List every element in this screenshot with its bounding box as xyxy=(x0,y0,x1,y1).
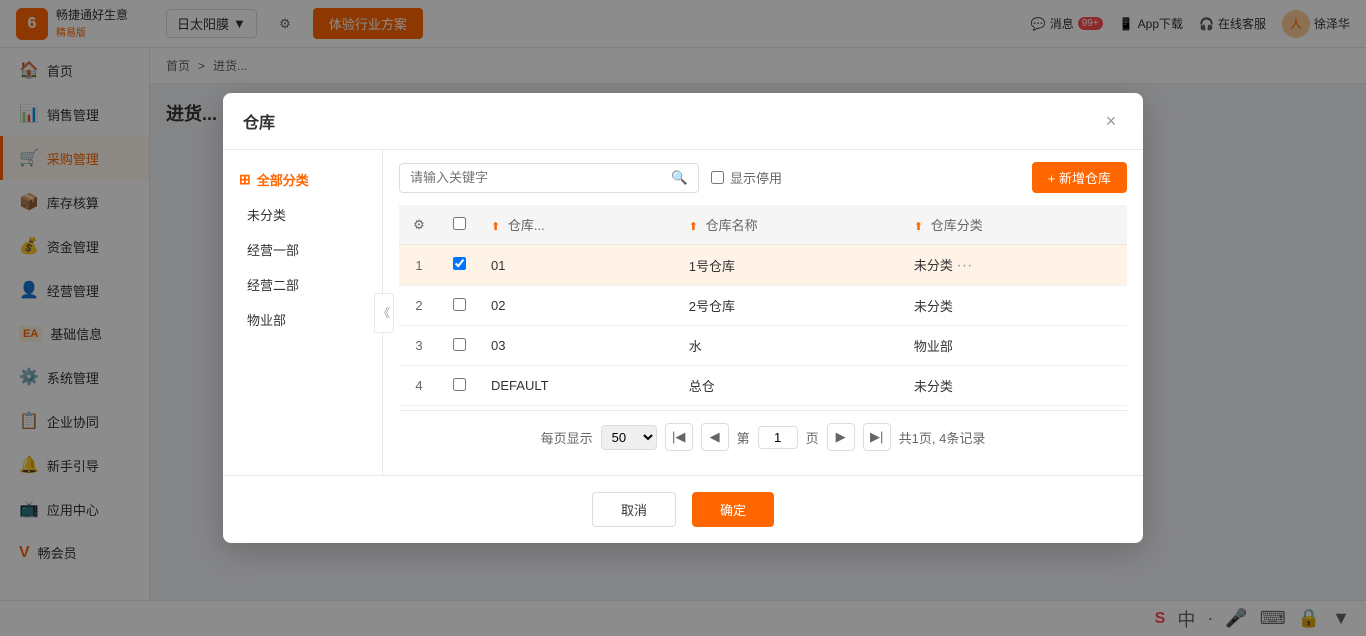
pagination: 每页显示 50 100 200 |◀ ◀ 第 页 ▶ ▶| 共1页, 4条记录 xyxy=(399,410,1127,463)
sort-icon-name: ⬆ xyxy=(689,221,698,233)
category-item-property[interactable]: 物业部 xyxy=(223,302,382,337)
grid-icon: ⊞ xyxy=(239,171,251,188)
modal-close-button[interactable]: × xyxy=(1099,109,1123,133)
row-code: 01 xyxy=(479,245,677,286)
sort-icon-category: ⬆ xyxy=(914,221,923,233)
modal-header: 仓库 × xyxy=(223,93,1143,150)
category-all-header[interactable]: ⊞ 全部分类 xyxy=(223,162,382,197)
modal-title: 仓库 xyxy=(243,109,275,133)
category-item-dept2[interactable]: 经营二部 xyxy=(223,267,382,302)
search-button[interactable]: 🔍 xyxy=(661,164,698,192)
per-page-label: 每页显示 xyxy=(541,428,593,447)
sort-icon-code: ⬆ xyxy=(491,221,500,233)
select-all-checkbox[interactable] xyxy=(453,217,466,230)
col-header-category[interactable]: ⬆ 仓库分类 xyxy=(902,205,1127,245)
category-panel: ⊞ 全部分类 未分类 经营一部 经营二部 物业部 《 xyxy=(223,150,383,475)
row-name: 总仓 xyxy=(677,366,902,406)
search-box: 🔍 xyxy=(399,163,699,193)
col-header-check xyxy=(439,205,479,245)
category-all-label: 全部分类 xyxy=(257,170,309,189)
row-checkbox[interactable] xyxy=(453,298,466,311)
confirm-button[interactable]: 确定 xyxy=(692,492,774,527)
prev-page-button[interactable]: ◀ xyxy=(701,423,729,451)
col-header-code[interactable]: ⬆ 仓库... xyxy=(479,205,677,245)
collapse-category-button[interactable]: 《 xyxy=(374,293,394,333)
row-check[interactable] xyxy=(439,245,479,286)
add-warehouse-button[interactable]: + 新增仓库 xyxy=(1032,162,1127,193)
table-row[interactable]: 3 03 水 物业部 xyxy=(399,326,1127,366)
row-category: 物业部 xyxy=(902,326,1127,366)
first-page-button[interactable]: |◀ xyxy=(665,423,693,451)
row-code: DEFAULT xyxy=(479,366,677,406)
page-word: 第 xyxy=(737,428,750,447)
row-name: 1号仓库 xyxy=(677,245,902,286)
row-checkbox[interactable] xyxy=(453,257,466,270)
row-category: 未分类 ··· xyxy=(902,245,1127,286)
row-code: 02 xyxy=(479,286,677,326)
row-checkbox[interactable] xyxy=(453,378,466,391)
last-page-button[interactable]: ▶| xyxy=(863,423,891,451)
warehouse-modal: 仓库 × ⊞ 全部分类 未分类 经营一部 经营二部 物业部 《 xyxy=(223,93,1143,543)
modal-body: ⊞ 全部分类 未分类 经营一部 经营二部 物业部 《 🔍 xyxy=(223,150,1143,475)
content-panel: 🔍 显示停用 + 新增仓库 ⚙ xyxy=(383,150,1143,475)
page-number-input[interactable] xyxy=(758,426,798,449)
row-name: 2号仓库 xyxy=(677,286,902,326)
warehouse-table-container: ⚙ ⬆ 仓库... ⬆ 仓库名称 xyxy=(399,205,1127,406)
show-disabled-checkbox[interactable] xyxy=(711,171,724,184)
row-checkbox[interactable] xyxy=(453,338,466,351)
row-check[interactable] xyxy=(439,326,479,366)
row-num: 2 xyxy=(399,286,439,326)
col-header-name[interactable]: ⬆ 仓库名称 xyxy=(677,205,902,245)
row-check[interactable] xyxy=(439,286,479,326)
modal-toolbar: 🔍 显示停用 + 新增仓库 xyxy=(399,162,1127,193)
per-page-select[interactable]: 50 100 200 xyxy=(601,425,657,450)
row-num: 3 xyxy=(399,326,439,366)
row-actions-icon[interactable]: ··· xyxy=(956,257,972,274)
table-row[interactable]: 1 01 1号仓库 未分类 ··· xyxy=(399,245,1127,286)
warehouse-table: ⚙ ⬆ 仓库... ⬆ 仓库名称 xyxy=(399,205,1127,406)
row-check[interactable] xyxy=(439,366,479,406)
row-num: 4 xyxy=(399,366,439,406)
total-info: 共1页, 4条记录 xyxy=(899,428,986,447)
next-page-button[interactable]: ▶ xyxy=(827,423,855,451)
category-item-dept1[interactable]: 经营一部 xyxy=(223,232,382,267)
row-category: 未分类 xyxy=(902,286,1127,326)
modal-overlay: 仓库 × ⊞ 全部分类 未分类 经营一部 经营二部 物业部 《 xyxy=(0,0,1366,636)
modal-footer: 取消 确定 xyxy=(223,475,1143,543)
search-input[interactable] xyxy=(400,164,661,191)
show-disabled-label[interactable]: 显示停用 xyxy=(711,168,782,187)
row-category: 未分类 xyxy=(902,366,1127,406)
row-name: 水 xyxy=(677,326,902,366)
col-header-gear: ⚙ xyxy=(399,205,439,245)
category-item-unclassified[interactable]: 未分类 xyxy=(223,197,382,232)
row-code: 03 xyxy=(479,326,677,366)
row-num: 1 xyxy=(399,245,439,286)
table-row[interactable]: 2 02 2号仓库 未分类 xyxy=(399,286,1127,326)
table-row[interactable]: 4 DEFAULT 总仓 未分类 xyxy=(399,366,1127,406)
page-label: 页 xyxy=(806,428,819,447)
cancel-button[interactable]: 取消 xyxy=(592,492,676,527)
